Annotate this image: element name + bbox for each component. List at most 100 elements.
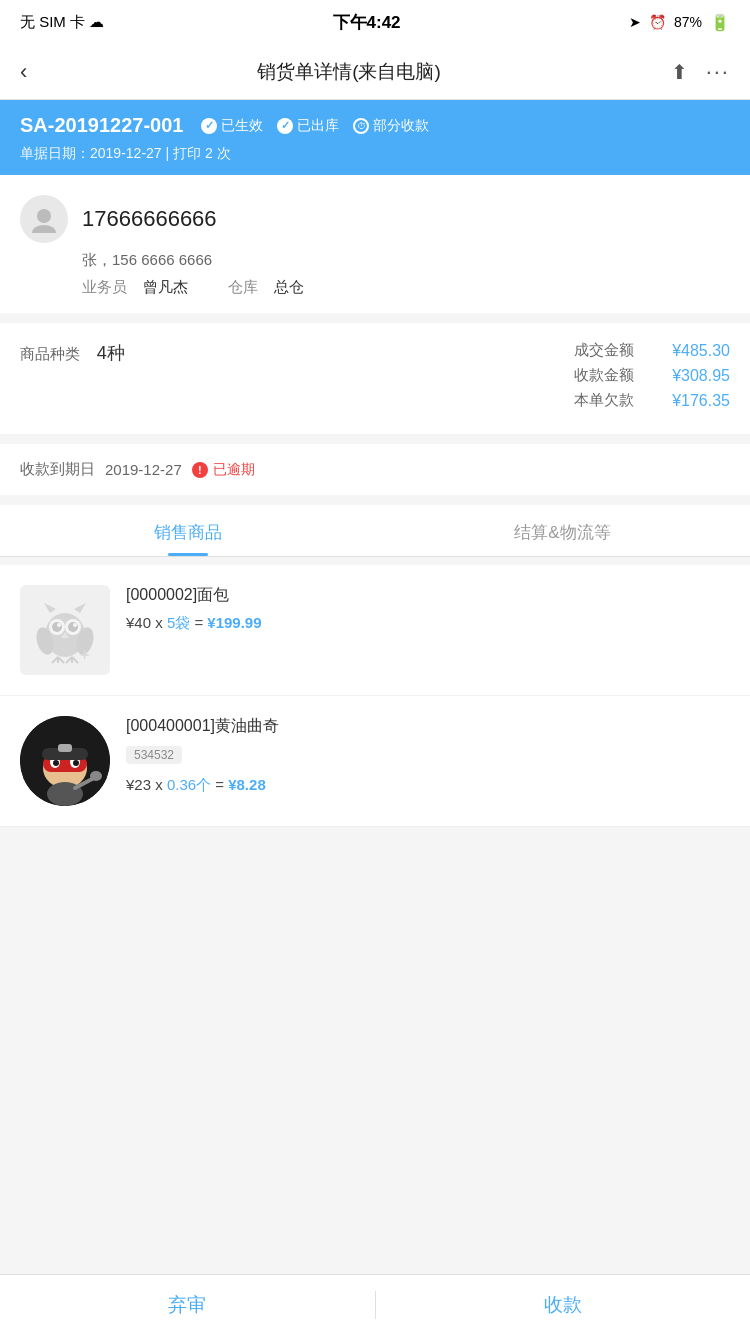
svg-point-1 xyxy=(32,225,56,233)
svg-point-32 xyxy=(90,771,102,781)
deal-amount-row: 成交金额 ¥485.30 xyxy=(574,341,730,360)
summary-card: 商品种类 4种 成交金额 ¥485.30 收款金额 ¥308.95 本单欠款 ¥… xyxy=(0,323,750,434)
nav-bar: ‹ 销货单详情(来自电脑) ⬆ ··· xyxy=(0,44,750,100)
customer-meta: 业务员 曾凡杰 仓库 总仓 xyxy=(82,278,730,297)
svg-marker-3 xyxy=(44,603,56,613)
product-item-2: [000400001]黄油曲奇 534532 ¥23 x 0.36个 = ¥8.… xyxy=(0,696,750,827)
nav-actions: ⬆ ··· xyxy=(671,59,730,85)
due-date-value: 2019-12-27 xyxy=(105,461,182,478)
battery-icon: 🔋 xyxy=(710,13,730,32)
receive-amount-row: 收款金额 ¥308.95 xyxy=(574,366,730,385)
product-base-price-2: ¥23 xyxy=(126,776,151,793)
badge-effective: ✓ 已生效 xyxy=(201,117,263,135)
avatar xyxy=(20,195,68,243)
clock-icon: ⏱ xyxy=(353,118,369,134)
product-thumb-mascot-icon xyxy=(20,716,110,806)
product-name-2: [000400001]黄油曲奇 xyxy=(126,716,730,737)
svg-point-26 xyxy=(53,760,59,766)
due-date-card: 收款到期日 2019-12-27 ! 已逾期 xyxy=(0,444,750,495)
svg-marker-4 xyxy=(74,603,86,613)
sim-status: 无 SIM 卡 ☁ xyxy=(20,13,104,32)
warehouse: 仓库 总仓 xyxy=(228,278,304,297)
product-total-1: ¥199.99 xyxy=(207,614,261,631)
product-multiply-2: x xyxy=(155,776,167,793)
customer-phone: 17666666666 xyxy=(82,206,217,232)
product-info-1: [0000002]面包 ¥40 x 5袋 = ¥199.99 xyxy=(126,585,730,633)
receive-amount-value: ¥308.95 xyxy=(650,367,730,385)
order-date: 单据日期：2019-12-27 | 打印 2 次 xyxy=(20,145,730,163)
collect-payment-button[interactable]: 收款 xyxy=(376,1292,751,1318)
sales-rep-value: 曾凡杰 xyxy=(143,278,188,295)
overdue-badge: ! 已逾期 xyxy=(192,461,255,479)
product-qty-2: 0.36个 xyxy=(167,776,211,793)
alarm-icon: ⏰ xyxy=(649,14,666,30)
deal-amount-value: ¥485.30 xyxy=(650,342,730,360)
order-badges: ✓ 已生效 ✓ 已出库 ⏱ 部分收款 xyxy=(201,117,429,135)
overdue-icon: ! xyxy=(192,462,208,478)
product-qty-1: 5袋 xyxy=(167,614,190,631)
share-icon[interactable]: ⬆ xyxy=(671,60,688,84)
product-multiply-1: x xyxy=(155,614,167,631)
product-price-2: ¥23 x 0.36个 = ¥8.28 xyxy=(126,776,730,795)
svg-rect-29 xyxy=(58,744,72,752)
tabs-container: 销售商品 结算&物流等 xyxy=(0,505,750,557)
more-icon[interactable]: ··· xyxy=(706,59,730,85)
badge-partial-payment: ⏱ 部分收款 xyxy=(353,117,429,135)
owed-amount-value: ¥176.35 xyxy=(650,392,730,410)
warehouse-label: 仓库 xyxy=(228,278,258,295)
receive-amount-label: 收款金额 xyxy=(574,366,634,385)
product-total-2: ¥8.28 xyxy=(228,776,266,793)
product-equals-2: = xyxy=(215,776,228,793)
customer-card: 17666666666 张，156 6666 6666 业务员 曾凡杰 仓库 总… xyxy=(0,175,750,313)
product-equals-1: = xyxy=(194,614,207,631)
bottom-bar: 弃审 收款 xyxy=(0,1274,750,1334)
status-time: 下午4:42 xyxy=(333,11,401,34)
status-left: 无 SIM 卡 ☁ xyxy=(20,13,104,32)
status-right: ➤ ⏰ 87% 🔋 xyxy=(629,13,730,32)
owed-amount-row: 本单欠款 ¥176.35 xyxy=(574,391,730,410)
product-types-label: 商品种类 xyxy=(20,345,80,362)
sales-rep: 业务员 曾凡杰 xyxy=(82,278,188,297)
badge-shipped: ✓ 已出库 xyxy=(277,117,339,135)
svg-point-8 xyxy=(68,622,78,632)
location-icon: ➤ xyxy=(629,14,641,30)
product-info-2: [000400001]黄油曲奇 534532 ¥23 x 0.36个 = ¥8.… xyxy=(126,716,730,795)
product-base-price-1: ¥40 xyxy=(126,614,151,631)
product-price-1: ¥40 x 5袋 = ¥199.99 xyxy=(126,614,730,633)
customer-top: 17666666666 xyxy=(20,195,730,243)
product-types: 商品种类 4种 xyxy=(20,341,125,365)
check-icon-2: ✓ xyxy=(277,118,293,134)
due-date-label: 收款到期日 xyxy=(20,460,95,479)
sales-rep-label: 业务员 xyxy=(82,278,127,295)
order-id: SA-20191227-001 xyxy=(20,114,183,137)
amount-summary: 成交金额 ¥485.30 收款金额 ¥308.95 本单欠款 ¥176.35 xyxy=(574,341,730,416)
svg-point-7 xyxy=(52,622,62,632)
svg-point-27 xyxy=(73,760,79,766)
product-thumb-2 xyxy=(20,716,110,806)
tab-settlement[interactable]: 结算&物流等 xyxy=(375,505,750,556)
product-thumb-1: + xyxy=(20,585,110,675)
tab-sales-products[interactable]: 销售商品 xyxy=(0,505,375,556)
back-button[interactable]: ‹ xyxy=(20,59,27,85)
svg-point-10 xyxy=(73,623,77,627)
customer-contact: 张，156 6666 6666 xyxy=(82,251,730,270)
svg-point-9 xyxy=(57,623,61,627)
status-bar: 无 SIM 卡 ☁ 下午4:42 ➤ ⏰ 87% 🔋 xyxy=(0,0,750,44)
deal-amount-label: 成交金额 xyxy=(574,341,634,360)
cancel-review-button[interactable]: 弃审 xyxy=(0,1292,375,1318)
product-item-1: + [0000002]面包 ¥40 x 5袋 = ¥199.99 xyxy=(0,565,750,696)
product-sku-badge: 534532 xyxy=(126,746,182,764)
page-title: 销货单详情(来自电脑) xyxy=(257,59,441,85)
overdue-text: 已逾期 xyxy=(213,461,255,479)
svg-point-0 xyxy=(37,209,51,223)
product-name-1: [0000002]面包 xyxy=(126,585,730,606)
svg-text:+: + xyxy=(80,646,89,663)
owed-amount-label: 本单欠款 xyxy=(574,391,634,410)
product-types-value: 4种 xyxy=(97,343,125,363)
header-banner: SA-20191227-001 ✓ 已生效 ✓ 已出库 ⏱ 部分收款 单据日期：… xyxy=(0,100,750,175)
product-thumb-owl-icon: + xyxy=(30,595,100,665)
warehouse-value: 总仓 xyxy=(274,278,304,295)
check-icon-1: ✓ xyxy=(201,118,217,134)
battery-text: 87% xyxy=(674,14,702,30)
product-list: + [0000002]面包 ¥40 x 5袋 = ¥199.99 xyxy=(0,565,750,827)
